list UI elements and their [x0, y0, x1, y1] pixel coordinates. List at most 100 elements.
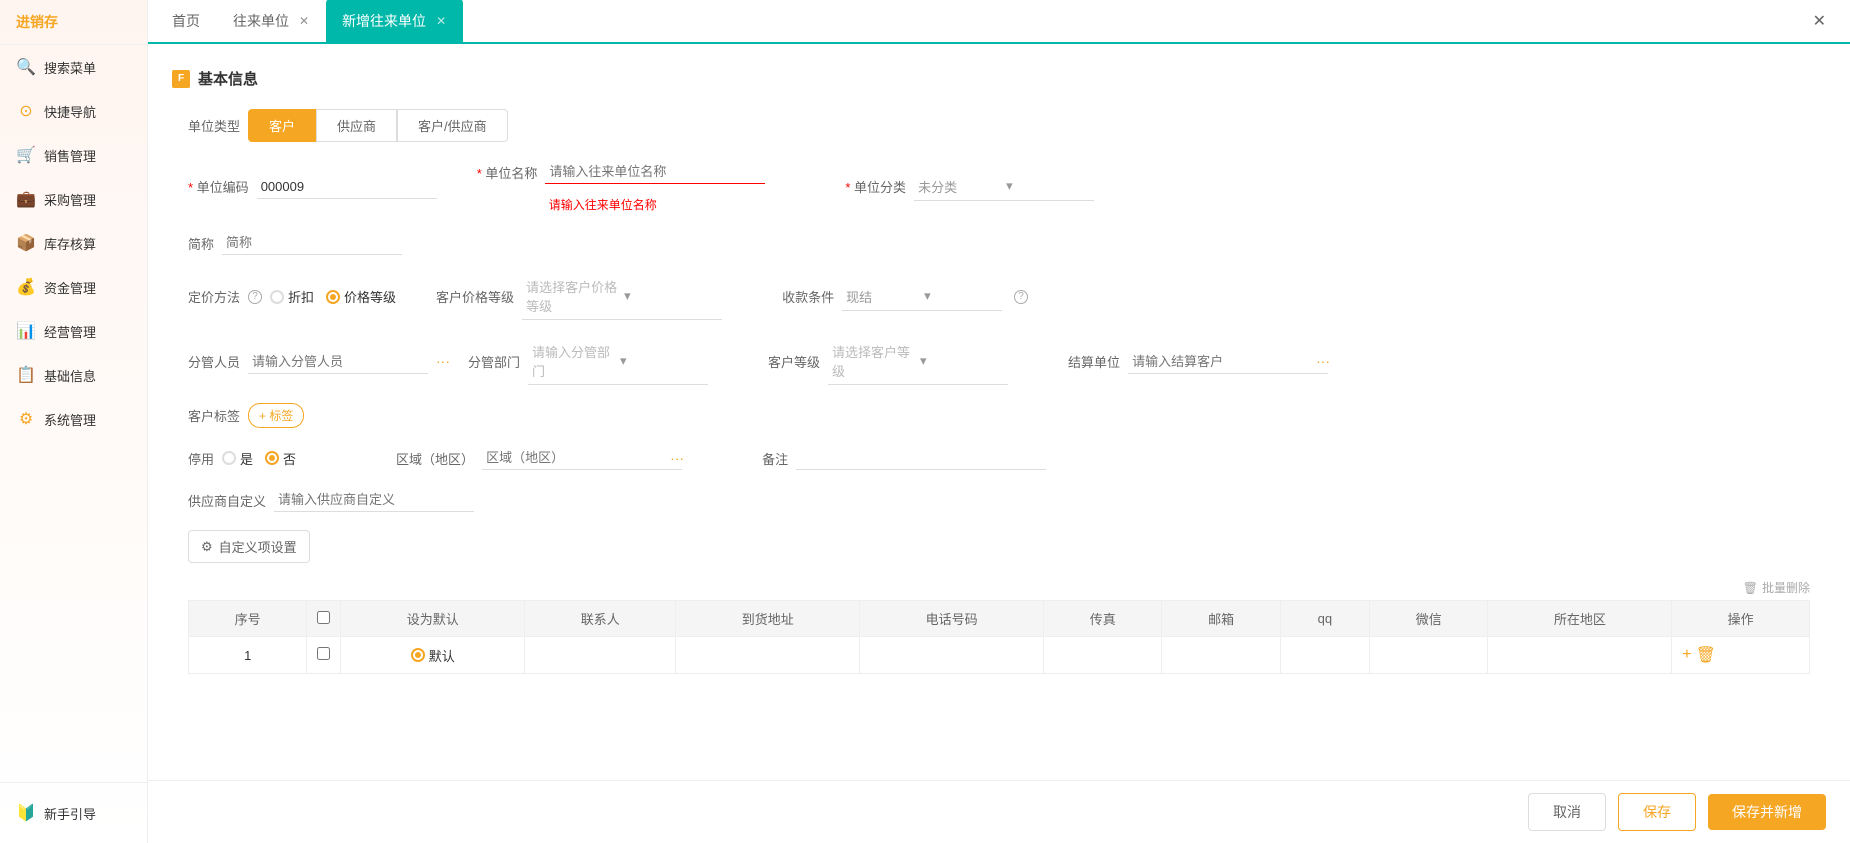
custom-settings-button[interactable]: ⚙ 自定义项设置	[188, 530, 310, 563]
sidebar-item-quick-nav[interactable]: ⊙ 快捷导航	[0, 89, 147, 133]
content-area: F 基本信息 单位类型 客户 供应商 客户/供应商	[148, 44, 1850, 780]
type-btn-both[interactable]: 客户/供应商	[397, 109, 508, 142]
tab-home-label: 首页	[172, 11, 200, 31]
cell-checkbox	[307, 637, 341, 674]
row-action-buttons: + 🗑	[1682, 645, 1799, 665]
notes-input[interactable]	[796, 446, 1046, 470]
payment-terms-help-icon[interactable]: ?	[1014, 290, 1028, 304]
cancel-button[interactable]: 取消	[1528, 793, 1606, 831]
short-name-input[interactable]	[222, 231, 402, 255]
col-phone: 电话号码	[860, 601, 1044, 637]
tab-bar-container: 首页 往来单位 ✕ 新增往来单位 ✕ ✕	[156, 0, 1842, 43]
tag-group: 客户标签 + 标签	[188, 403, 304, 428]
pricing-radio-discount[interactable]: 折扣	[270, 287, 314, 306]
area-input[interactable]	[482, 446, 666, 469]
price-level-label: 价格等级	[344, 287, 396, 306]
close-partners-icon[interactable]: ✕	[299, 14, 309, 28]
table-section: 🗑 批量删除 序号 设为默认 联系人 到货地址 电	[188, 579, 1810, 674]
add-tag-button[interactable]: + 标签	[248, 403, 304, 428]
customer-level-group: 客户等级 请选择客户等级 ▾	[768, 338, 1008, 385]
disabled-no-radio[interactable]: 否	[265, 449, 296, 468]
section-header: F 基本信息	[172, 68, 1826, 89]
disabled-group: 停用 是 否	[188, 449, 296, 468]
sidebar-item-purchase[interactable]: 💼 采购管理	[0, 177, 147, 221]
cell-default: 默认	[341, 637, 525, 674]
save-new-button[interactable]: 保存并新增	[1708, 794, 1826, 830]
sidebar-item-search[interactable]: 🔍 搜索菜单	[0, 45, 147, 89]
unit-code-input[interactable]	[257, 175, 437, 199]
manager-input-container: ···	[248, 350, 428, 374]
default-radio[interactable]: 默认	[351, 646, 514, 665]
batch-delete-label: 批量删除	[1762, 579, 1810, 596]
delete-row-button[interactable]: 🗑	[1696, 645, 1716, 665]
col-email: 邮箱	[1162, 601, 1280, 637]
tag-row: 客户标签 + 标签	[188, 403, 1810, 428]
add-row-button[interactable]: +	[1682, 646, 1691, 664]
disabled-yes-radio[interactable]: 是	[222, 449, 253, 468]
supplier-custom-input[interactable]	[274, 488, 474, 512]
settlement-unit-ellipsis-button[interactable]: ···	[1312, 353, 1334, 369]
unit-category-dropdown[interactable]: 未分类 ▾	[914, 173, 1094, 201]
sidebar-item-basic-info[interactable]: 📋 基础信息	[0, 353, 147, 397]
default-radio-circle	[411, 648, 425, 662]
chevron-down-icon-5: ▾	[920, 353, 1004, 369]
department-label: 分管部门	[468, 352, 520, 371]
sidebar-item-finance[interactable]: 💰 资金管理	[0, 265, 147, 309]
pricing-radio-price-level[interactable]: 价格等级	[326, 287, 396, 306]
pricing-help-icon[interactable]: ?	[248, 290, 262, 304]
yes-radio-circle	[222, 451, 236, 465]
col-wechat: 微信	[1370, 601, 1488, 637]
col-checkbox	[307, 601, 341, 637]
department-dropdown[interactable]: 请输入分管部门 ▾	[528, 338, 708, 385]
type-btn-customer[interactable]: 客户	[248, 109, 316, 142]
contacts-table: 序号 设为默认 联系人 到货地址 电话号码 传真 邮箱 qq 微信 所在地区	[188, 600, 1810, 674]
sidebar-item-operations[interactable]: 📊 经营管理	[0, 309, 147, 353]
short-name-label: 简称	[188, 234, 214, 253]
area-group: 区域（地区） ···	[396, 446, 682, 470]
delete-icon: 🗑	[1743, 581, 1758, 595]
type-btn-supplier[interactable]: 供应商	[316, 109, 397, 142]
tab-home[interactable]: 首页	[156, 0, 217, 43]
sidebar-item-sales[interactable]: 🛒 销售管理	[0, 133, 147, 177]
area-ellipsis-button[interactable]: ···	[666, 450, 688, 466]
search-icon: 🔍	[16, 57, 36, 77]
manager-input[interactable]	[248, 350, 432, 373]
manager-ellipsis-button[interactable]: ···	[432, 353, 454, 369]
close-new-partner-icon[interactable]: ✕	[436, 14, 446, 28]
sidebar-item-label: 经营管理	[44, 322, 96, 341]
cell-email	[1162, 637, 1280, 674]
supplier-custom-group: 供应商自定义	[188, 488, 474, 512]
price-level-radio-circle	[326, 290, 340, 304]
discount-radio-circle	[270, 290, 284, 304]
sidebar-item-label: 销售管理	[44, 146, 96, 165]
save-button[interactable]: 保存	[1618, 793, 1696, 831]
sidebar-item-label: 搜索菜单	[44, 58, 96, 77]
sidebar-item-system[interactable]: ⚙ 系统管理	[0, 397, 147, 441]
customer-level-placeholder: 请选择客户等级	[832, 342, 916, 380]
tab-partners[interactable]: 往来单位 ✕	[217, 0, 326, 43]
sidebar-item-inventory[interactable]: 📦 库存核算	[0, 221, 147, 265]
sidebar-item-guide[interactable]: 🔰 新手引导	[0, 791, 147, 835]
customer-level-dropdown[interactable]: 请选择客户等级 ▾	[828, 338, 1008, 385]
pricing-method-label: 定价方法	[188, 287, 240, 306]
unit-category-label: 单位分类	[845, 177, 906, 196]
select-all-checkbox[interactable]	[317, 611, 330, 624]
cart-icon: 🛒	[16, 145, 36, 165]
sidebar-item-label: 快捷导航	[44, 102, 96, 121]
tab-new-partner[interactable]: 新增往来单位 ✕	[326, 0, 463, 43]
customer-price-level-dropdown[interactable]: 请选择客户价格等级 ▾	[522, 273, 722, 320]
pricing-method-group: 定价方法 ? 折扣 价格等级	[188, 287, 396, 306]
window-close-button[interactable]: ✕	[1813, 11, 1826, 31]
sidebar: 进销存 🔍 搜索菜单 ⊙ 快捷导航 🛒 销售管理 💼 采购管理 📦 库存核算 💰…	[0, 0, 148, 843]
row-checkbox[interactable]	[317, 647, 330, 660]
col-fax: 传真	[1044, 601, 1162, 637]
supplier-custom-label: 供应商自定义	[188, 491, 266, 510]
unit-name-input[interactable]	[545, 160, 765, 184]
settlement-unit-input[interactable]	[1128, 350, 1312, 373]
unit-category-group: 单位分类 未分类 ▾	[845, 173, 1094, 201]
payment-terms-dropdown[interactable]: 现结 ▾	[842, 283, 1002, 311]
section-title: 基本信息	[198, 68, 258, 89]
batch-delete-button[interactable]: 🗑 批量删除	[1743, 579, 1810, 596]
area-input-container: ···	[482, 446, 682, 470]
col-region: 所在地区	[1488, 601, 1672, 637]
